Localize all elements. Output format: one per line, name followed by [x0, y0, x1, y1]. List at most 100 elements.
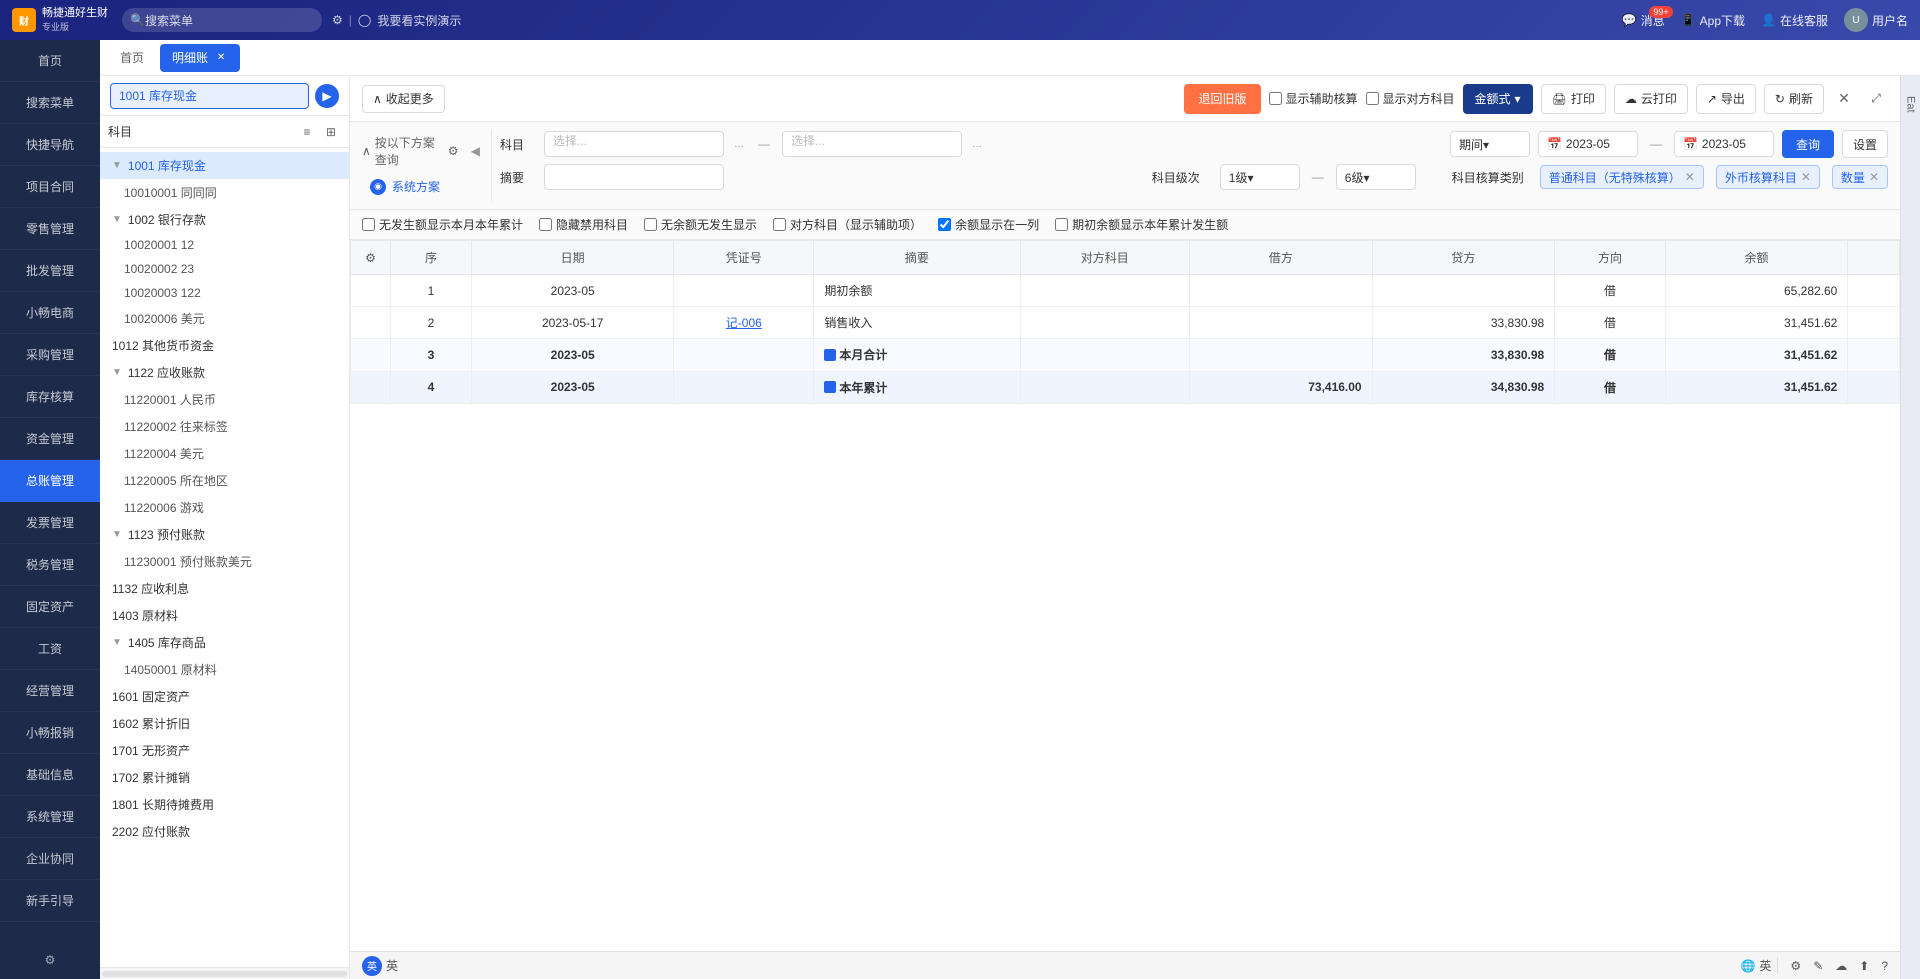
tree-item-1001[interactable]: ▼ 1001 库存现金	[100, 152, 349, 179]
toolbar-list-icon[interactable]: ≡	[297, 122, 317, 142]
settings-bottom-btn[interactable]: ⚙	[1790, 959, 1801, 973]
user-avatar-btn[interactable]: U 用户名	[1844, 8, 1908, 32]
maximize-panel-btn[interactable]: ⤢	[1864, 87, 1888, 111]
show-opposite-checkbox[interactable]: 显示对方科目	[1366, 90, 1455, 107]
col-settings[interactable]: ⚙	[351, 241, 391, 275]
sidebar-item-purchase[interactable]: 采购管理	[0, 334, 100, 376]
category-tag-foreign[interactable]: 外币核算科目 ✕	[1716, 165, 1820, 189]
expand-filter-btn[interactable]: ∧ 收起更多	[362, 85, 445, 113]
hide-disabled-checkbox[interactable]	[539, 218, 552, 231]
tag-close-qty[interactable]: ✕	[1869, 170, 1879, 184]
tree-item-11220002[interactable]: 11220002 往来标签	[100, 413, 349, 440]
sidebar-settings-btn[interactable]: ⚙	[0, 941, 100, 979]
tree-item-11230001[interactable]: 11230001 预付账款美元	[100, 548, 349, 575]
sidebar-item-home[interactable]: 首页	[0, 40, 100, 82]
export-btn[interactable]: ↗ 导出	[1696, 84, 1756, 114]
tree-item-11220001[interactable]: 11220001 人民币	[100, 386, 349, 413]
period-type-select[interactable]: 期间▾	[1450, 131, 1530, 157]
online-service-btn[interactable]: 👤 在线客服	[1761, 12, 1828, 29]
subject-filter-input2[interactable]: 选择...	[782, 131, 962, 157]
tree-item-1403[interactable]: 1403 原材料	[100, 602, 349, 629]
sidebar-item-system[interactable]: 系统管理	[0, 796, 100, 838]
sidebar-item-search-menu[interactable]: 搜索菜单	[0, 82, 100, 124]
filter-settings-icon[interactable]: ⚙	[443, 137, 464, 165]
sidebar-item-payroll[interactable]: 工资	[0, 628, 100, 670]
tree-item-1602[interactable]: 1602 累计折旧	[100, 710, 349, 737]
sidebar-item-quick-nav[interactable]: 快捷导航	[0, 124, 100, 166]
tree-item-1012[interactable]: 1012 其他货币资金	[100, 332, 349, 359]
cloud-print-btn[interactable]: ☁ 云打印	[1614, 84, 1688, 114]
tree-item-10020006[interactable]: 10020006 美元	[100, 305, 349, 332]
no-balance-show-opt[interactable]: 无余额无发生显示	[644, 216, 757, 233]
cloud-upload-btn[interactable]: ⬆	[1859, 959, 1869, 973]
tree-item-10020002[interactable]: 10020002 23	[100, 257, 349, 281]
accounts-scrollbar[interactable]	[100, 967, 349, 979]
filter-collapse-icon[interactable]: ◀	[468, 137, 483, 165]
opposite-subject-opt[interactable]: 对方科目（显示辅助项）	[773, 216, 922, 233]
level-end-select[interactable]: 6级▾	[1336, 164, 1416, 190]
query-btn[interactable]: 查询	[1782, 130, 1834, 158]
translate-btn[interactable]: 英 英	[362, 956, 398, 976]
amount-style-btn[interactable]: 金额式 ▾	[1463, 84, 1533, 114]
balance-one-col-opt[interactable]: 余额显示在一列	[938, 216, 1039, 233]
sidebar-item-ecommerce[interactable]: 小畅电商	[0, 292, 100, 334]
tag-close-normal[interactable]: ✕	[1685, 170, 1695, 184]
sidebar-item-basic-info[interactable]: 基础信息	[0, 754, 100, 796]
tree-item-1405[interactable]: ▼ 1405 库存商品	[100, 629, 349, 656]
settings-btn-filter[interactable]: 设置	[1842, 130, 1888, 158]
cloud-sync-btn[interactable]: ☁	[1835, 959, 1847, 973]
demo-label[interactable]: 我要看实例演示	[377, 12, 461, 29]
tree-item-2202[interactable]: 2202 应付账款	[100, 818, 349, 845]
edit-bottom-btn[interactable]: ✎	[1813, 959, 1823, 973]
sidebar-item-fixed-assets[interactable]: 固定资产	[0, 586, 100, 628]
year-begin-balance-opt[interactable]: 期初余额显示本年累计发生额	[1055, 216, 1228, 233]
tree-item-1601[interactable]: 1601 固定资产	[100, 683, 349, 710]
tree-item-11220005[interactable]: 11220005 所在地区	[100, 467, 349, 494]
filter-scheme-toggle[interactable]: ∧ 按以下方案查询 ⚙ ◀	[362, 130, 483, 172]
show-aux-calc-input[interactable]	[1269, 92, 1282, 105]
tab-detail[interactable]: 明细账 ✕	[160, 44, 240, 72]
lang-switch-btn[interactable]: 🌐 英	[1734, 957, 1778, 974]
tree-item-1002[interactable]: ▼ 1002 银行存款	[100, 206, 349, 233]
return-old-version-btn[interactable]: 退回旧版	[1184, 84, 1260, 114]
show-aux-calc-checkbox[interactable]: 显示辅助核算	[1269, 90, 1358, 107]
tree-item-11220006[interactable]: 11220006 游戏	[100, 494, 349, 521]
sidebar-item-tax[interactable]: 税务管理	[0, 544, 100, 586]
balance-one-col-checkbox[interactable]	[938, 218, 951, 231]
gear-icon[interactable]: ⚙	[332, 13, 343, 27]
tab-close-icon[interactable]: ✕	[214, 51, 228, 65]
cell-voucher-2[interactable]: 记-006	[674, 307, 814, 339]
sidebar-item-guide[interactable]: 新手引导	[0, 880, 100, 922]
refresh-btn[interactable]: ↻ 刷新	[1764, 84, 1824, 114]
period-end-date[interactable]: 📅 2023-05	[1674, 131, 1774, 157]
no-balance-show-checkbox[interactable]	[644, 218, 657, 231]
category-tag-qty[interactable]: 数量 ✕	[1832, 165, 1888, 189]
no-balance-opt[interactable]: 无发生额显示本月本年累计	[362, 216, 523, 233]
summary-filter-input[interactable]	[544, 164, 724, 190]
subject-filter-input[interactable]: 选择...	[544, 131, 724, 157]
sidebar-item-enterprise[interactable]: 企业协同	[0, 838, 100, 880]
sidebar-item-project-contract[interactable]: 项目合同	[0, 166, 100, 208]
sidebar-item-general-ledger[interactable]: 总账管理	[0, 460, 100, 502]
accounts-nav-arrow[interactable]: ▶	[315, 84, 339, 108]
system-scheme-item[interactable]: ◉ 系统方案	[362, 172, 483, 201]
voucher-link-2[interactable]: 记-006	[726, 316, 762, 330]
sidebar-item-capital[interactable]: 资金管理	[0, 418, 100, 460]
no-balance-checkbox[interactable]	[362, 218, 375, 231]
tree-item-1122[interactable]: ▼ 1122 应收账款	[100, 359, 349, 386]
sidebar-item-expense[interactable]: 小畅报销	[0, 712, 100, 754]
toolbar-expand-icon[interactable]: ⊞	[321, 122, 341, 142]
hide-disabled-opt[interactable]: 隐藏禁用科目	[539, 216, 628, 233]
sidebar-item-inventory[interactable]: 库存核算	[0, 376, 100, 418]
accounts-selected-display[interactable]: 1001 库存现金	[110, 83, 309, 109]
top-search-bar[interactable]: 🔍 搜索菜单	[122, 8, 322, 32]
tree-item-1123[interactable]: ▼ 1123 预付账款	[100, 521, 349, 548]
period-start-date[interactable]: 📅 2023-05	[1538, 131, 1638, 157]
tree-item-1132[interactable]: 1132 应收利息	[100, 575, 349, 602]
sidebar-item-wholesale[interactable]: 批发管理	[0, 250, 100, 292]
sidebar-item-business[interactable]: 经营管理	[0, 670, 100, 712]
tree-item-11220004[interactable]: 11220004 美元	[100, 440, 349, 467]
level-start-select[interactable]: 1级▾	[1220, 164, 1300, 190]
show-opposite-input[interactable]	[1366, 92, 1379, 105]
tree-item-1701[interactable]: 1701 无形资产	[100, 737, 349, 764]
